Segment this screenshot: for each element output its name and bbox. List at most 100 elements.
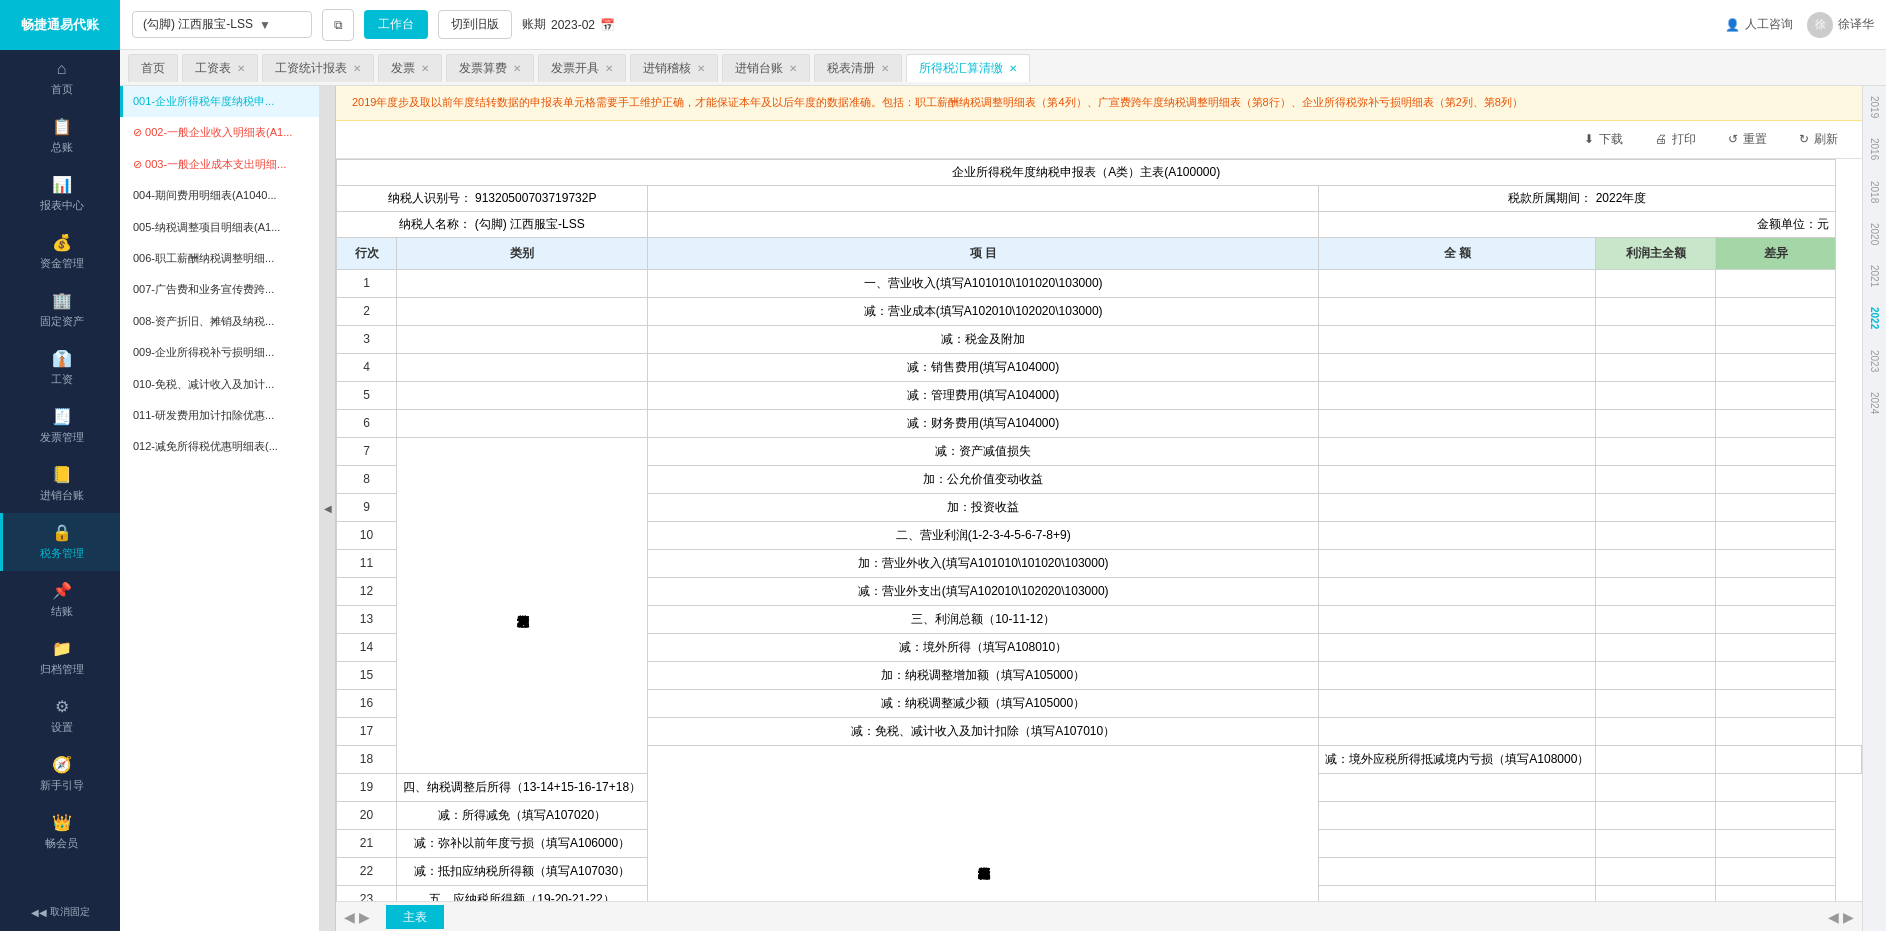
diff-cell: [1716, 773, 1836, 801]
left-panel-item[interactable]: 006-职工薪酬纳税调整明细...: [120, 243, 319, 274]
reset-button[interactable]: ↺ 重置: [1720, 127, 1775, 152]
tab-发票开具[interactable]: 发票开具 ✕: [538, 54, 626, 82]
left-panel-item[interactable]: 009-企业所得税补亏损明细...: [120, 337, 319, 368]
tab-工资统计报表[interactable]: 工资统计报表 ✕: [262, 54, 374, 82]
copy-icon[interactable]: ⧉: [322, 9, 354, 41]
year-label-2022[interactable]: 2022: [1869, 307, 1880, 329]
tab-label: 发票开具: [551, 60, 599, 77]
tab-close-icon[interactable]: ✕: [1009, 63, 1017, 74]
year-label-2016[interactable]: 2016: [1869, 138, 1880, 160]
table-row: 3减：税金及附加: [337, 325, 1862, 353]
left-panel-item[interactable]: 008-资产折旧、摊销及纳税...: [120, 306, 319, 337]
sidebar-item-进销台账[interactable]: 📒进销台账: [0, 455, 120, 513]
year-label-2021[interactable]: 2021: [1869, 265, 1880, 287]
tab-进销台账[interactable]: 进销台账✕: [722, 54, 810, 82]
amount-cell: [1319, 521, 1596, 549]
download-button[interactable]: ⬇ 下载: [1576, 127, 1631, 152]
tab-所得税汇算清缴[interactable]: 所得税汇算清缴✕: [906, 54, 1030, 82]
diff-cell: [1716, 885, 1836, 901]
tab-close-icon[interactable]: ✕: [237, 63, 245, 74]
row-number: 7: [337, 437, 397, 465]
sidebar-icon: 👔: [52, 349, 72, 368]
amount-cell: [1319, 297, 1596, 325]
sidebar-label: 畅会员: [45, 836, 78, 851]
year-label-2020[interactable]: 2020: [1869, 223, 1880, 245]
category-cell: [397, 325, 648, 353]
table-container[interactable]: 企业所得税年度纳税申报表（A类）主表(A100000) 纳税人识别号： 9132…: [336, 159, 1862, 901]
sidebar-item-首页[interactable]: ⌂首页: [0, 50, 120, 107]
tab-close-icon[interactable]: ✕: [513, 63, 521, 74]
next-sheet-button[interactable]: ▶: [359, 909, 370, 925]
user-name-button[interactable]: 徐 徐译华: [1807, 12, 1874, 38]
left-panel-item[interactable]: 012-减免所得税优惠明细表(...: [120, 431, 319, 462]
sidebar-item-新手引导[interactable]: 🧭新手引导: [0, 745, 120, 803]
left-panel-item[interactable]: 004-期间费用明细表(A1040...: [120, 180, 319, 211]
item-cell: 减：管理费用(填写A104000): [648, 381, 1319, 409]
year-label-2018[interactable]: 2018: [1869, 181, 1880, 203]
profit-cell: [1596, 409, 1716, 437]
year-label-2024[interactable]: 2024: [1869, 392, 1880, 414]
left-panel-item[interactable]: 011-研发费用加计扣除优惠...: [120, 400, 319, 431]
sidebar-item-固定资产[interactable]: 🏢固定资产: [0, 281, 120, 339]
sidebar-item-工资[interactable]: 👔工资: [0, 339, 120, 397]
col-diff: 差异: [1716, 237, 1836, 269]
amount-cell: [1319, 325, 1596, 353]
collapse-button[interactable]: ◀: [320, 86, 336, 931]
sidebar-item-报表中心[interactable]: 📊报表中心: [0, 165, 120, 223]
tab-工资表[interactable]: 工资表✕: [182, 54, 258, 82]
sheet-tab-主表[interactable]: 主表: [386, 905, 444, 929]
tab-首页[interactable]: 首页: [128, 54, 178, 82]
print-button[interactable]: 🖨 打印: [1647, 127, 1704, 152]
scroll-right-button[interactable]: ▶: [1843, 909, 1854, 925]
sidebar-item-总账[interactable]: 📋总账: [0, 107, 120, 165]
scroll-left-button[interactable]: ◀: [1828, 909, 1839, 925]
prev-sheet-button[interactable]: ◀: [344, 909, 355, 925]
workbench-button[interactable]: 工作台: [364, 10, 428, 39]
sidebar-item-发票管理[interactable]: 🧾发票管理: [0, 397, 120, 455]
left-panel-item[interactable]: 002-一般企业收入明细表(A1...: [120, 117, 319, 148]
tab-close-icon[interactable]: ✕: [421, 63, 429, 74]
tab-label: 发票: [391, 60, 415, 77]
amount-cell: [1319, 381, 1596, 409]
switch-version-button[interactable]: 切到旧版: [438, 10, 512, 39]
company-selector[interactable]: (勾脚) 江西服宝-LSS ▼: [132, 11, 312, 38]
diff-cell: [1716, 829, 1836, 857]
sidebar-item-税务管理[interactable]: 🔒税务管理: [0, 513, 120, 571]
left-panel-item[interactable]: 005-纳税调整项目明细表(A1...: [120, 212, 319, 243]
col-item: 项 目: [648, 237, 1319, 269]
tab-发票[interactable]: 发票 ✕: [378, 54, 442, 82]
sidebar-label: 进销台账: [40, 488, 84, 503]
row-number: 21: [337, 829, 397, 857]
tab-发票算费[interactable]: 发票算费✕: [446, 54, 534, 82]
sidebar-item-归档管理[interactable]: 📁归档管理: [0, 629, 120, 687]
category-cell: [397, 409, 648, 437]
calendar-icon[interactable]: 📅: [600, 18, 615, 32]
refresh-button[interactable]: ↻ 刷新: [1791, 127, 1846, 152]
left-panel-item[interactable]: 003-一般企业成本支出明细...: [120, 149, 319, 180]
sidebar-item-畅会员[interactable]: 👑畅会员: [0, 803, 120, 861]
user-service-button[interactable]: 👤 人工咨询: [1725, 16, 1793, 33]
sidebar-icon: 📁: [52, 639, 72, 658]
profit-cell: [1596, 325, 1716, 353]
tab-close-icon[interactable]: ✕: [353, 63, 361, 74]
sidebar-label: 税务管理: [40, 546, 84, 561]
tab-close-icon[interactable]: ✕: [605, 63, 613, 74]
unpin-button[interactable]: ◀◀ 取消固定: [31, 905, 90, 919]
sidebar-item-结账[interactable]: 📌结账: [0, 571, 120, 629]
item-cell: 减：境外所得（填写A108010）: [648, 633, 1319, 661]
tab-进销稽核[interactable]: 进销稽核✕: [630, 54, 718, 82]
left-panel-item[interactable]: 001-企业所得税年度纳税申...: [120, 86, 319, 117]
left-panel-item[interactable]: 010-免税、减计收入及加计...: [120, 369, 319, 400]
table-area: 2019年度步及取以前年度结转数据的申报表单元格需要手工维护正确，才能保证本年及…: [336, 86, 1862, 931]
profit-cell: [1596, 605, 1716, 633]
tab-close-icon[interactable]: ✕: [697, 63, 705, 74]
left-panel-item[interactable]: 007-广告费和业务宣传费跨...: [120, 274, 319, 305]
year-label-2019[interactable]: 2019: [1869, 96, 1880, 118]
tab-close-icon[interactable]: ✕: [789, 63, 797, 74]
year-label-2023[interactable]: 2023: [1869, 350, 1880, 372]
sidebar-item-资金管理[interactable]: 💰资金管理: [0, 223, 120, 281]
tab-税表清册[interactable]: 税表清册✕: [814, 54, 902, 82]
sidebar-item-设置[interactable]: ⚙设置: [0, 687, 120, 745]
tab-close-icon[interactable]: ✕: [881, 63, 889, 74]
tab-label: 工资统计报表: [275, 60, 347, 77]
